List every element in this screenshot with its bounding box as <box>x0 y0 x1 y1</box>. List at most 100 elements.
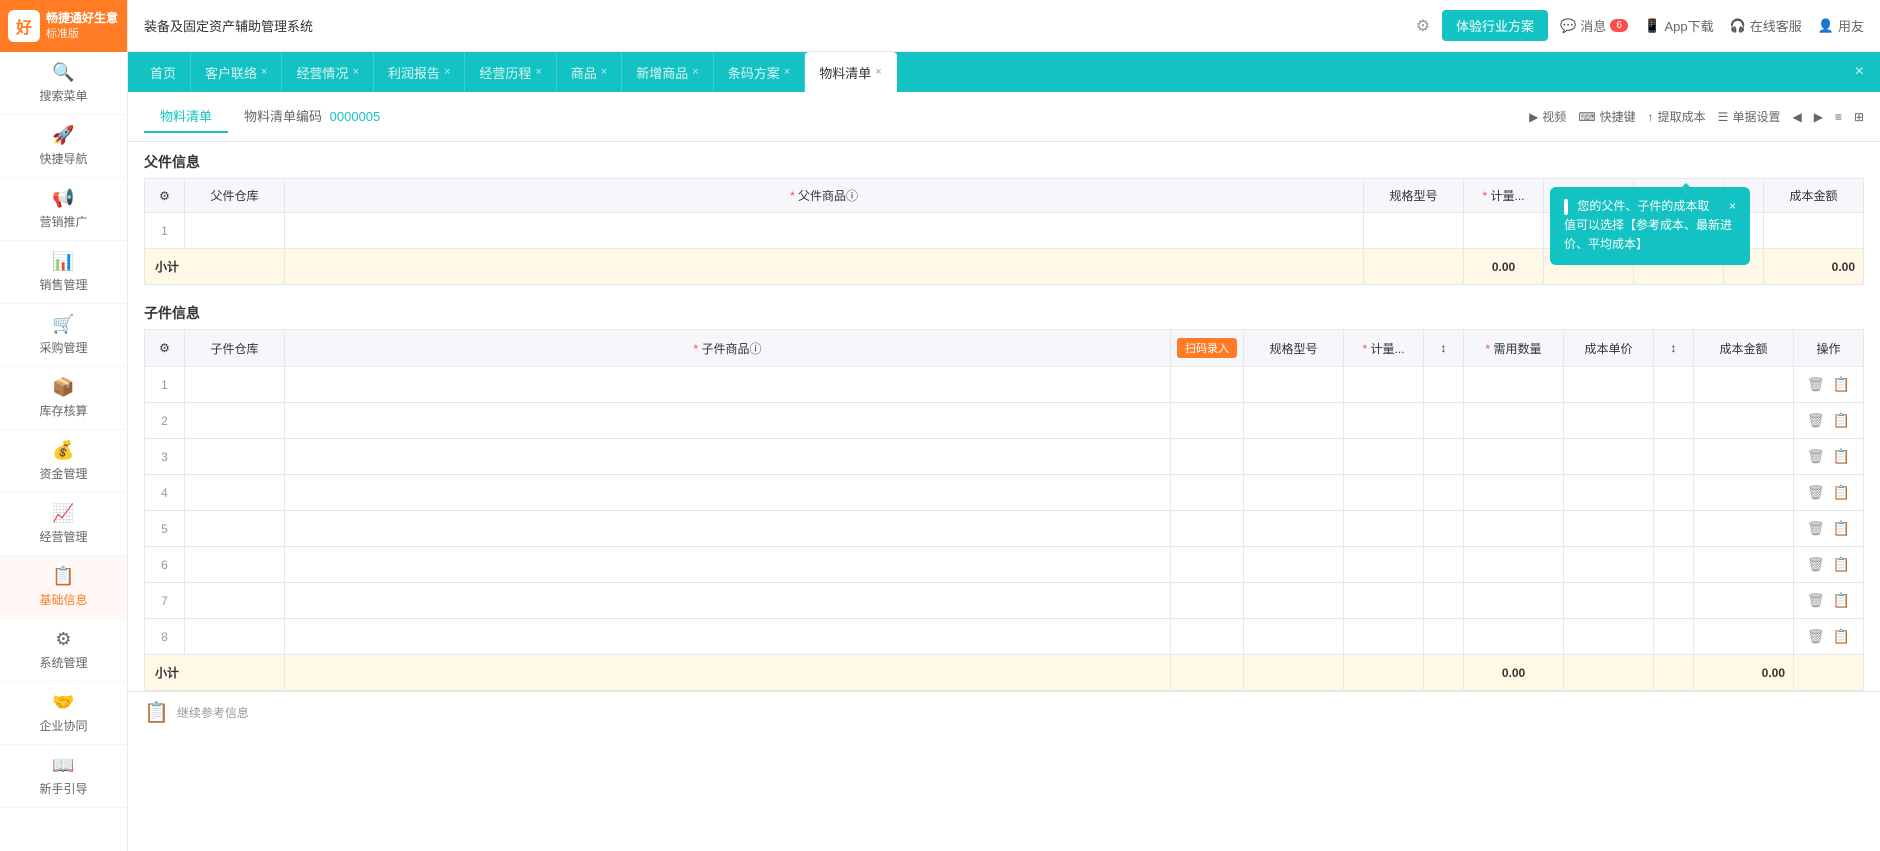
child-col-settings[interactable]: ⚙ <box>145 330 185 367</box>
parent-product-1[interactable] <box>285 213 1364 249</box>
child-spec-6[interactable] <box>1244 547 1344 583</box>
child-product-1[interactable] <box>285 367 1171 403</box>
child-action-8[interactable]: 🗑 📋 <box>1794 619 1864 655</box>
child-product-6[interactable] <box>285 547 1171 583</box>
delete-icon-6[interactable]: 🗑 <box>1807 556 1825 573</box>
sidebar-item-guide[interactable]: 📖 新手引导 <box>0 745 127 808</box>
child-unit-price-7[interactable] <box>1564 583 1654 619</box>
child-qty-6[interactable] <box>1464 547 1564 583</box>
child-unit-price-4[interactable] <box>1564 475 1654 511</box>
parent-col-settings[interactable]: ⚙ <box>145 179 185 213</box>
nav-tab-close-profit[interactable]: × <box>444 66 450 78</box>
child-unit-price-5[interactable] <box>1564 511 1654 547</box>
child-qty-4[interactable] <box>1464 475 1564 511</box>
nav-tab-close-bom[interactable]: × <box>875 66 881 78</box>
child-action-1[interactable]: 🗑 📋 <box>1794 367 1864 403</box>
nav-close-all-button[interactable]: × <box>1847 63 1872 81</box>
child-action-2[interactable]: 🗑 📋 <box>1794 403 1864 439</box>
copy-icon-1[interactable]: 📋 <box>1833 376 1850 393</box>
nav-tab-goods[interactable]: 商品 × <box>557 52 622 92</box>
copy-icon-6[interactable]: 📋 <box>1833 556 1850 573</box>
sidebar-item-inventory[interactable]: 📦 库存核算 <box>0 367 127 430</box>
delete-icon-3[interactable]: 🗑 <box>1807 448 1825 465</box>
child-warehouse-8[interactable] <box>185 619 285 655</box>
child-product-2[interactable] <box>285 403 1171 439</box>
child-action-6[interactable]: 🗑 📋 <box>1794 547 1864 583</box>
child-qty-5[interactable] <box>1464 511 1564 547</box>
child-qty-1[interactable] <box>1464 367 1564 403</box>
child-qty-7[interactable] <box>1464 583 1564 619</box>
child-warehouse-1[interactable] <box>185 367 285 403</box>
child-warehouse-2[interactable] <box>185 403 285 439</box>
child-product-7[interactable] <box>285 583 1171 619</box>
nav-tab-close-new-goods[interactable]: × <box>692 66 698 78</box>
settings-icon[interactable]: ⚙ <box>1416 16 1430 36</box>
child-unit-1[interactable] <box>1344 367 1424 403</box>
scan-button[interactable]: 扫码录入 <box>1177 338 1237 358</box>
sidebar-item-basic-info[interactable]: 📋 基础信息 <box>0 556 127 619</box>
child-warehouse-4[interactable] <box>185 475 285 511</box>
child-product-4[interactable] <box>285 475 1171 511</box>
message-button[interactable]: 💬 消息 6 <box>1560 16 1628 35</box>
parent-spec-1[interactable] <box>1364 213 1464 249</box>
child-warehouse-7[interactable] <box>185 583 285 619</box>
child-unit-3[interactable] <box>1344 439 1424 475</box>
nav-tab-close-barcode[interactable]: × <box>784 66 790 78</box>
sidebar-item-finance[interactable]: 💰 资金管理 <box>0 430 127 493</box>
sidebar-item-sales[interactable]: 📊 销售管理 <box>0 241 127 304</box>
child-spec-1[interactable] <box>1244 367 1344 403</box>
trial-button[interactable]: 体验行业方案 <box>1442 10 1548 41</box>
sidebar-item-marketing[interactable]: 📢 营销推广 <box>0 178 127 241</box>
online-service-button[interactable]: 🎧 在线客服 <box>1730 16 1802 35</box>
copy-icon-4[interactable]: 📋 <box>1833 484 1850 501</box>
child-qty-8[interactable] <box>1464 619 1564 655</box>
child-qty-3[interactable] <box>1464 439 1564 475</box>
child-product-3[interactable] <box>285 439 1171 475</box>
child-spec-7[interactable] <box>1244 583 1344 619</box>
nav-tab-operations[interactable]: 经营情况 × <box>282 52 373 92</box>
child-unit-price-6[interactable] <box>1564 547 1654 583</box>
copy-icon-7[interactable]: 📋 <box>1833 592 1850 609</box>
child-unit-5[interactable] <box>1344 511 1424 547</box>
shortcut-button[interactable]: ⌨ 快捷键 <box>1578 108 1635 125</box>
copy-icon-8[interactable]: 📋 <box>1833 628 1850 645</box>
nav-tab-close-history[interactable]: × <box>535 66 541 78</box>
nav-tab-bom[interactable]: 物料清单 × <box>805 52 896 92</box>
child-spec-2[interactable] <box>1244 403 1344 439</box>
nav-next-icon[interactable]: ▶ <box>1814 110 1823 124</box>
sidebar-item-search[interactable]: 🔍 搜索菜单 <box>0 52 127 115</box>
child-unit-6[interactable] <box>1344 547 1424 583</box>
doc-settings-button[interactable]: ☰ 单据设置 <box>1718 108 1781 125</box>
child-unit-price-1[interactable] <box>1564 367 1654 403</box>
child-action-3[interactable]: 🗑 📋 <box>1794 439 1864 475</box>
nav-tab-close-ops[interactable]: × <box>352 66 358 78</box>
child-unit-price-3[interactable] <box>1564 439 1654 475</box>
child-unit-7[interactable] <box>1344 583 1424 619</box>
delete-icon-8[interactable]: 🗑 <box>1807 628 1825 645</box>
sidebar-item-operations[interactable]: 📈 经营管理 <box>0 493 127 556</box>
delete-icon-2[interactable]: 🗑 <box>1807 412 1825 429</box>
sidebar-item-purchase[interactable]: 🛒 采购管理 <box>0 304 127 367</box>
nav-tab-new-goods[interactable]: 新增商品 × <box>622 52 713 92</box>
child-unit-8[interactable] <box>1344 619 1424 655</box>
child-unit-4[interactable] <box>1344 475 1424 511</box>
delete-icon-1[interactable]: 🗑 <box>1807 376 1825 393</box>
nav-tab-profit[interactable]: 利润报告 × <box>374 52 465 92</box>
child-spec-8[interactable] <box>1244 619 1344 655</box>
video-button[interactable]: ▶ 视频 <box>1529 108 1566 125</box>
parent-warehouse-1[interactable] <box>185 213 285 249</box>
parent-unit-1[interactable] <box>1464 213 1544 249</box>
extract-cost-button[interactable]: ↑ 提取成本 <box>1648 108 1706 125</box>
sub-tab-bom-list[interactable]: 物料清单 <box>144 100 228 133</box>
sidebar-item-system[interactable]: ⚙ 系统管理 <box>0 619 127 682</box>
child-unit-2[interactable] <box>1344 403 1424 439</box>
nav-tab-barcode[interactable]: 条码方案 × <box>714 52 805 92</box>
delete-icon-7[interactable]: 🗑 <box>1807 592 1825 609</box>
nav-tab-customer[interactable]: 客户联络 × <box>191 52 282 92</box>
app-download-button[interactable]: 📱 App下载 <box>1644 16 1713 35</box>
child-spec-4[interactable] <box>1244 475 1344 511</box>
copy-icon-2[interactable]: 📋 <box>1833 412 1850 429</box>
grid-view-icon[interactable]: ≡ <box>1835 110 1842 124</box>
delete-icon-4[interactable]: 🗑 <box>1807 484 1825 501</box>
delete-icon-5[interactable]: 🗑 <box>1807 520 1825 537</box>
